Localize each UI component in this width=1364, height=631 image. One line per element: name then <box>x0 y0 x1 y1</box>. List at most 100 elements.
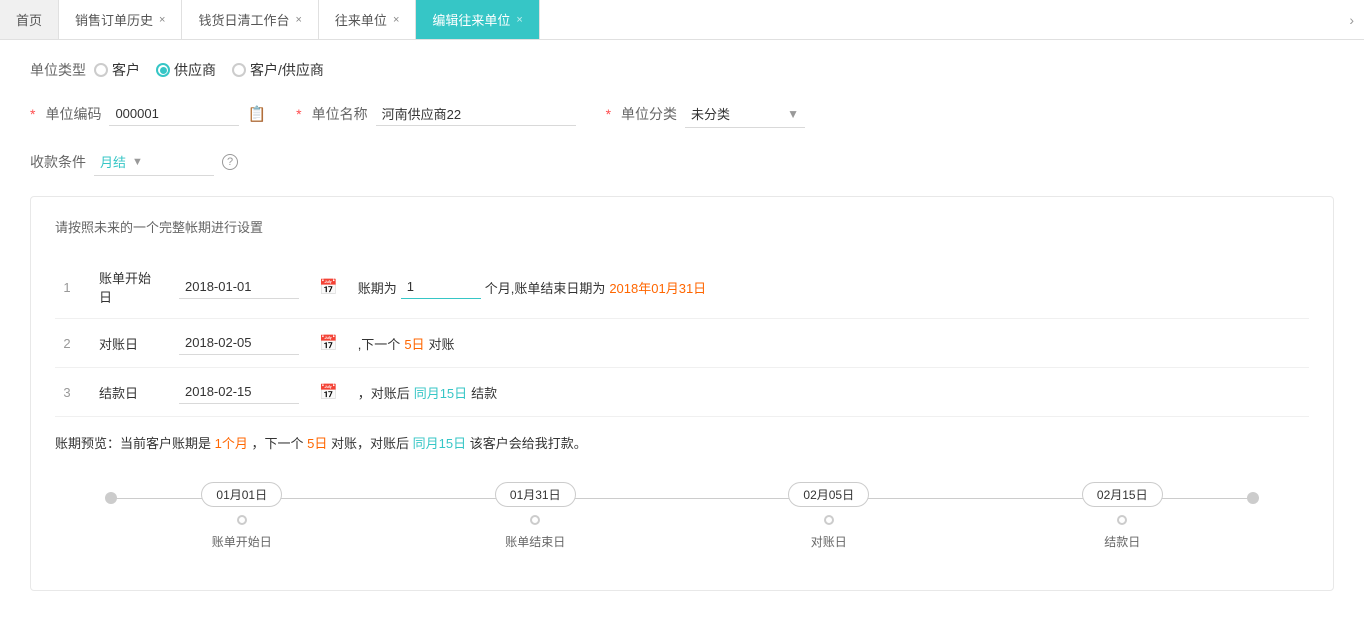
tab-arrow[interactable]: › <box>1339 0 1364 39</box>
payment-dropdown-arrow: ▼ <box>132 156 143 168</box>
unit-category-label: 单位分类 <box>621 104 677 124</box>
payment-date-label: 结款日 <box>99 383 159 402</box>
payment-help-icon[interactable]: ? <box>222 154 238 170</box>
tab-cash-work[interactable]: 钱货日清工作台 × <box>182 0 318 39</box>
preview-middle1: ，下一个 <box>252 436 304 451</box>
reconcile-row: 2 对账日 📅 ,下一个 5日 对账 <box>55 319 1309 368</box>
row-num-1: 1 <box>55 280 79 295</box>
unit-name-input[interactable] <box>376 102 576 126</box>
unit-category-select[interactable]: 未分类 ▼ <box>685 100 805 128</box>
reconcile-cal-icon[interactable]: 📅 <box>319 334 338 352</box>
timeline-badge-0: 01月01日 <box>201 482 282 507</box>
timeline-badge-3: 02月15日 <box>1082 482 1163 507</box>
unit-name-label: 单位名称 <box>312 104 368 124</box>
tab-label-sales-history: 销售订单历史 <box>75 10 153 29</box>
payment-highlight: 同月15日 <box>414 383 467 402</box>
tab-home[interactable]: 首页 <box>0 0 59 39</box>
timeline-label-1: 账单结束日 <box>505 533 565 550</box>
timeline-dot-node-3 <box>1117 515 1127 525</box>
radio-label-supplier: 供应商 <box>174 60 216 80</box>
unit-category-field: * 单位分类 未分类 ▼ <box>606 100 805 128</box>
radio-supplier[interactable]: 供应商 <box>156 60 216 80</box>
preview-part2: 5日 <box>307 436 327 451</box>
account-start-row: 1 账单开始日 📅 账期为 个月,账单结束日期为 2018年01月31日 <box>55 256 1309 319</box>
timeline-label-3: 结款日 <box>1104 533 1140 550</box>
reconcile-suffix: ,下一个 5日 对账 <box>358 334 455 353</box>
payment-date-suffix: ，对账后 同月15日 结款 <box>358 383 498 402</box>
radio-label-both: 客户/供应商 <box>250 60 324 80</box>
payment-date-cal-icon[interactable]: 📅 <box>319 383 338 401</box>
payment-row: 收款条件 月结 ▼ ? <box>30 148 1334 176</box>
payment-date-row: 3 结款日 📅 ，对账后 同月15日 结款 <box>55 368 1309 417</box>
main-content: 单位类型 客户 供应商 客户/供应商 * 单位编码 📋 * 单位名称 * 单位分类 … <box>0 40 1364 631</box>
tab-close-partner-unit[interactable]: × <box>393 14 399 26</box>
preview-prefix: 账期预览：当前客户账期是 <box>55 436 211 451</box>
radio-circle-both <box>232 63 246 77</box>
period-value-input[interactable] <box>401 275 481 299</box>
timeline-label-0: 账单开始日 <box>212 533 272 550</box>
unit-code-label: 单位编码 <box>45 104 101 124</box>
tab-partner-unit[interactable]: 往来单位 × <box>319 0 416 39</box>
period-label: 账期为 <box>358 278 397 297</box>
radio-label-customer: 客户 <box>112 60 140 80</box>
tab-close-sales-history[interactable]: × <box>159 14 165 26</box>
reconcile-pre: ,下一个 <box>358 334 401 353</box>
radio-circle-customer <box>94 63 108 77</box>
category-value: 未分类 <box>691 104 730 123</box>
start-date-period: 账期为 个月,账单结束日期为 2018年01月31日 <box>358 275 706 299</box>
tab-label-home: 首页 <box>16 10 42 29</box>
end-date-value: 2018年01月31日 <box>609 278 706 297</box>
tab-close-cash-work[interactable]: × <box>295 14 301 26</box>
row-num-2: 2 <box>55 336 79 351</box>
code-name-category-row: * 单位编码 📋 * 单位名称 * 单位分类 未分类 ▼ <box>30 100 1334 128</box>
reconcile-highlight: 5日 <box>404 334 424 353</box>
required-star-name: * <box>296 106 301 122</box>
timeline-dot-node-1 <box>530 515 540 525</box>
payment-select[interactable]: 月结 ▼ <box>94 148 214 176</box>
preview-suffix: 该客户会给我打款。 <box>470 436 587 451</box>
unit-type-label: 单位类型 <box>30 60 86 80</box>
payment-post: 结款 <box>471 383 497 402</box>
timeline-label-2: 对账日 <box>811 533 847 550</box>
preview-text: 账期预览：当前客户账期是 1个月 ，下一个 5日 对账，对账后 同月15日 该客… <box>55 417 1309 472</box>
payment-date-input[interactable] <box>179 380 299 404</box>
radio-customer[interactable]: 客户 <box>94 60 140 80</box>
payment-label: 收款条件 <box>30 152 86 172</box>
start-date-cal-icon[interactable]: 📅 <box>319 278 338 296</box>
timeline: 01月01日账单开始日01月31日账单结束日02月05日对账日02月15日结款日 <box>55 472 1309 570</box>
tab-sales-history[interactable]: 销售订单历史 × <box>59 0 182 39</box>
tab-label-partner-unit: 往来单位 <box>335 10 387 29</box>
unit-code-field: * 单位编码 📋 <box>30 102 266 126</box>
preview-part3: 同月15日 <box>413 436 466 451</box>
unit-type-radio-group: 客户 供应商 客户/供应商 <box>94 60 324 80</box>
reconcile-date-input[interactable] <box>179 331 299 355</box>
payment-value: 月结 <box>100 152 126 171</box>
unit-type-field: 单位类型 客户 供应商 客户/供应商 <box>30 60 324 80</box>
start-date-input[interactable] <box>179 275 299 299</box>
timeline-dot-node-0 <box>237 515 247 525</box>
section-title: 请按照未来的一个完整帐期进行设置 <box>55 217 1309 236</box>
tab-label-edit-partner: 编辑往来单位 <box>432 10 510 29</box>
reconcile-post: 对账 <box>429 334 455 353</box>
period-section: 请按照未来的一个完整帐期进行设置 1 账单开始日 📅 账期为 个月,账单结束日期… <box>30 196 1334 591</box>
start-date-label: 账单开始日 <box>99 268 159 306</box>
radio-circle-supplier <box>156 63 170 77</box>
tab-edit-partner[interactable]: 编辑往来单位 × <box>416 0 539 39</box>
timeline-node-0: 01月01日账单开始日 <box>201 482 282 550</box>
tab-bar: 首页 销售订单历史 × 钱货日清工作台 × 往来单位 × 编辑往来单位 × › <box>0 0 1364 40</box>
row-num-3: 3 <box>55 385 79 400</box>
radio-both[interactable]: 客户/供应商 <box>232 60 324 80</box>
payment-field: 收款条件 月结 ▼ ? <box>30 148 238 176</box>
timeline-dot-node-2 <box>824 515 834 525</box>
payment-pre: ，对账后 <box>358 383 410 402</box>
unit-name-field: * 单位名称 <box>296 102 575 126</box>
unit-code-input[interactable] <box>109 102 239 126</box>
timeline-badge-2: 02月05日 <box>788 482 869 507</box>
tab-close-edit-partner[interactable]: × <box>516 14 522 26</box>
required-star-category: * <box>606 106 611 122</box>
tab-label-cash-work: 钱货日清工作台 <box>198 10 289 29</box>
unit-type-row: 单位类型 客户 供应商 客户/供应商 <box>30 60 1334 80</box>
reconcile-label: 对账日 <box>99 334 159 353</box>
preview-part1: 1个月 <box>215 436 248 451</box>
code-icon[interactable]: 📋 <box>247 105 266 123</box>
